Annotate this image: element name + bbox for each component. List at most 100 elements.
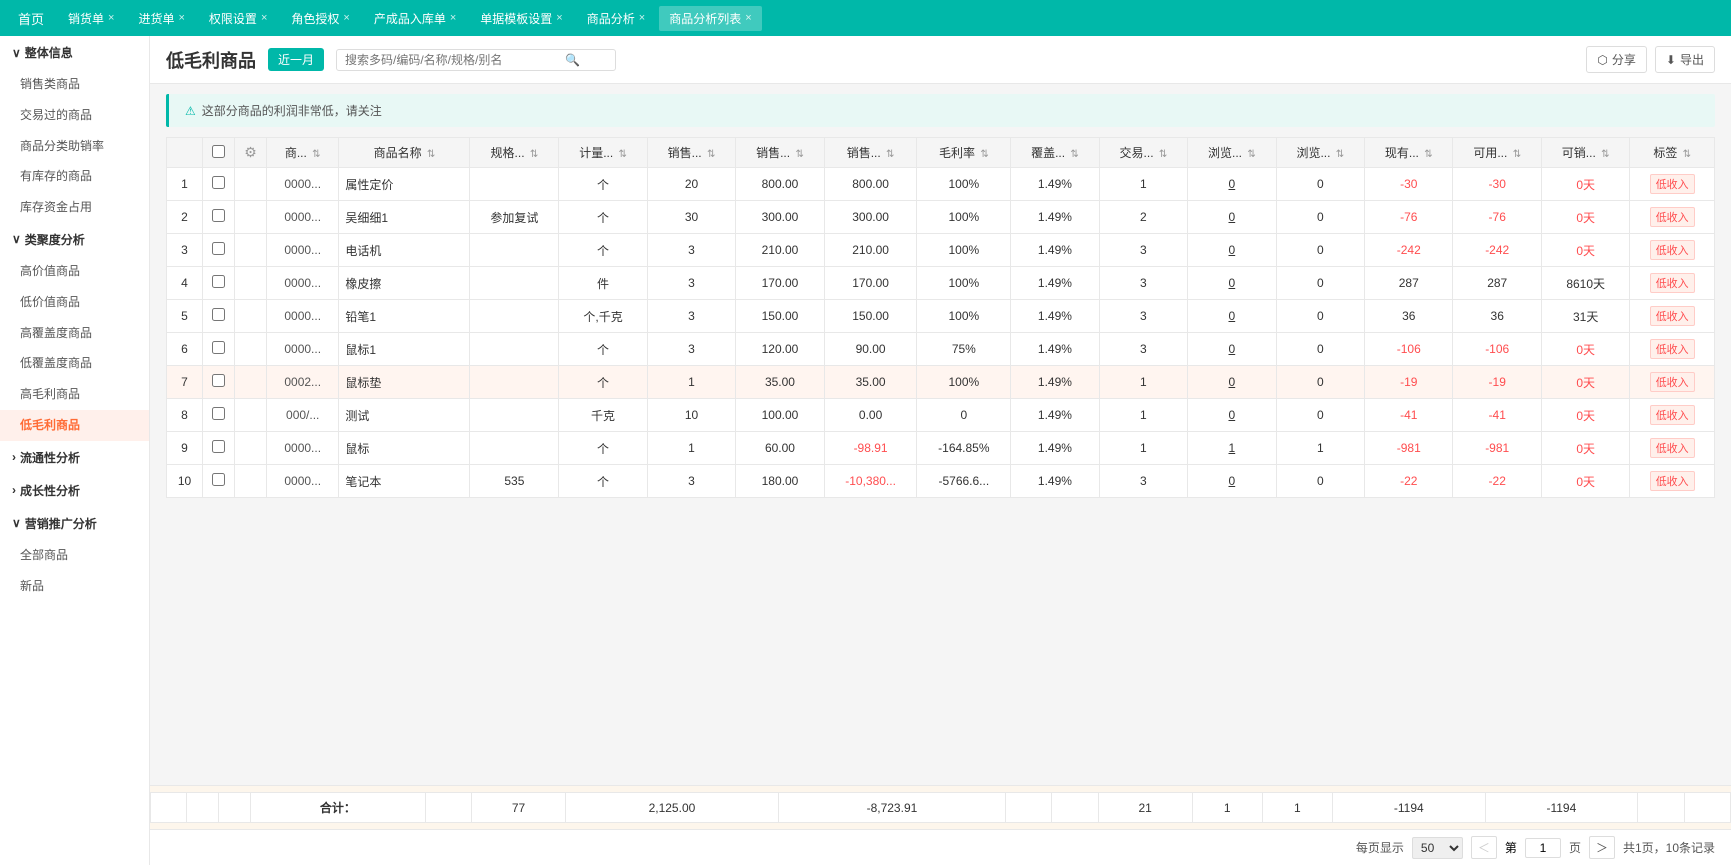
sidebar-group-cluster-title[interactable]: ∨ 类聚度分析 [0, 223, 149, 256]
nav-sales-order[interactable]: 销货单 × [58, 6, 124, 31]
views1-link[interactable]: 0 [1229, 342, 1236, 356]
sort-icon-spec[interactable]: ⇅ [530, 149, 538, 160]
select-all-checkbox[interactable] [212, 145, 225, 158]
col-views2[interactable]: 浏览... ⇅ [1276, 138, 1364, 168]
sidebar-group-growth-title[interactable]: › 成长性分析 [0, 474, 149, 507]
data-table-container[interactable]: ⚙ 商... ⇅ 商品名称 ⇅ 规格... ⇅ 计量... ⇅ 销售... ⇅ … [150, 137, 1731, 785]
sidebar-item-traded-goods[interactable]: 交易过的商品 [0, 100, 149, 131]
row-checkbox[interactable] [212, 242, 225, 255]
col-stock[interactable]: 现有... ⇅ [1365, 138, 1453, 168]
export-button[interactable]: ⬇ 导出 [1655, 46, 1715, 73]
sort-icon-available[interactable]: ⇅ [1513, 149, 1521, 160]
col-spec[interactable]: 规格... ⇅ [470, 138, 559, 168]
sort-icon-sales-qty[interactable]: ⇅ [707, 149, 715, 160]
sort-icon-transactions[interactable]: ⇅ [1159, 149, 1167, 160]
next-page-button[interactable]: ＞ [1589, 836, 1615, 859]
nav-close-products-in[interactable]: × [450, 12, 456, 24]
cell-checkbox[interactable] [203, 234, 235, 267]
views1-link[interactable]: 0 [1229, 375, 1236, 389]
col-code[interactable]: 商... ⇅ [267, 138, 339, 168]
sort-icon-sales-price[interactable]: ⇅ [795, 149, 803, 160]
sort-icon-tag[interactable]: ⇅ [1683, 149, 1691, 160]
nav-close-permissions[interactable]: × [261, 12, 267, 24]
views1-link[interactable]: 0 [1229, 309, 1236, 323]
views1-link[interactable]: 0 [1229, 210, 1236, 224]
search-input[interactable] [345, 53, 565, 67]
col-unit[interactable]: 计量... ⇅ [559, 138, 647, 168]
sort-icon-views2[interactable]: ⇅ [1336, 149, 1344, 160]
row-checkbox[interactable] [212, 440, 225, 453]
cell-views1[interactable]: 1 [1188, 432, 1276, 465]
cell-views1[interactable]: 0 [1188, 465, 1276, 498]
sidebar-item-low-coverage[interactable]: 低覆盖度商品 [0, 348, 149, 379]
sidebar-item-category-rate[interactable]: 商品分类助销率 [0, 131, 149, 162]
search-icon[interactable]: 🔍 [565, 53, 580, 67]
col-sellable[interactable]: 可销... ⇅ [1541, 138, 1629, 168]
nav-close-purchase-order[interactable]: × [178, 12, 184, 24]
sort-icon-code[interactable]: ⇅ [312, 149, 320, 160]
cell-views1[interactable]: 0 [1188, 366, 1276, 399]
page-number-input[interactable] [1525, 838, 1561, 858]
col-coverage[interactable]: 覆盖... ⇅ [1011, 138, 1099, 168]
sidebar-item-all-goods[interactable]: 全部商品 [0, 540, 149, 571]
sort-icon-name[interactable]: ⇅ [427, 149, 435, 160]
row-checkbox[interactable] [212, 275, 225, 288]
views1-link[interactable]: 0 [1229, 276, 1236, 290]
cell-views1[interactable]: 0 [1188, 168, 1276, 201]
cell-views1[interactable]: 0 [1188, 267, 1276, 300]
cell-views1[interactable]: 0 [1188, 201, 1276, 234]
nav-goods-analysis-list[interactable]: 商品分析列表 × [659, 6, 761, 31]
col-sales-qty[interactable]: 销售... ⇅ [647, 138, 735, 168]
cell-checkbox[interactable] [203, 333, 235, 366]
sidebar-item-high-margin[interactable]: 高毛利商品 [0, 379, 149, 410]
col-gross-rate[interactable]: 毛利率 ⇅ [917, 138, 1011, 168]
col-sales-amount[interactable]: 销售... ⇅ [824, 138, 917, 168]
col-tag[interactable]: 标签 ⇅ [1630, 138, 1715, 168]
sidebar-group-marketing-title[interactable]: ∨ 营销推广分析 [0, 507, 149, 540]
nav-close-goods-list[interactable]: × [745, 12, 751, 24]
cell-checkbox[interactable] [203, 465, 235, 498]
cell-checkbox[interactable] [203, 300, 235, 333]
nav-template-settings[interactable]: 单据模板设置 × [470, 6, 572, 31]
sort-icon-sellable[interactable]: ⇅ [1601, 149, 1609, 160]
views1-link[interactable]: 0 [1229, 177, 1236, 191]
nav-home[interactable]: 首页 [8, 5, 54, 32]
period-button[interactable]: 近一月 [268, 48, 324, 71]
col-transactions[interactable]: 交易... ⇅ [1099, 138, 1187, 168]
col-available[interactable]: 可用... ⇅ [1453, 138, 1541, 168]
sidebar-item-high-coverage[interactable]: 高覆盖度商品 [0, 318, 149, 349]
sort-icon-unit[interactable]: ⇅ [619, 149, 627, 160]
sort-icon-sales-amount[interactable]: ⇅ [886, 149, 894, 160]
sort-icon-stock[interactable]: ⇅ [1424, 149, 1432, 160]
cell-checkbox[interactable] [203, 432, 235, 465]
sort-icon-gross-rate[interactable]: ⇅ [980, 149, 988, 160]
cell-checkbox[interactable] [203, 201, 235, 234]
sidebar-item-in-stock[interactable]: 有库存的商品 [0, 161, 149, 192]
cell-checkbox[interactable] [203, 399, 235, 432]
row-checkbox[interactable] [212, 209, 225, 222]
nav-close-goods-analysis[interactable]: × [639, 12, 645, 24]
row-checkbox[interactable] [212, 473, 225, 486]
cell-checkbox[interactable] [203, 168, 235, 201]
nav-products-in[interactable]: 产成品入库单 × [364, 6, 466, 31]
nav-close-roles[interactable]: × [343, 12, 349, 24]
row-checkbox[interactable] [212, 341, 225, 354]
per-page-select[interactable]: 50 100 200 [1412, 837, 1463, 859]
sidebar-item-low-margin[interactable]: 低毛利商品 [0, 410, 149, 441]
cell-views1[interactable]: 0 [1188, 300, 1276, 333]
cell-checkbox[interactable] [203, 366, 235, 399]
col-sales-price[interactable]: 销售... ⇅ [736, 138, 824, 168]
sidebar-item-high-value[interactable]: 高价值商品 [0, 256, 149, 287]
sidebar-group-liquidity-title[interactable]: › 流通性分析 [0, 441, 149, 474]
nav-close-template[interactable]: × [556, 12, 562, 24]
sidebar-item-capital[interactable]: 库存资金占用 [0, 192, 149, 223]
nav-goods-analysis[interactable]: 商品分析 × [577, 6, 655, 31]
col-checkbox[interactable] [203, 138, 235, 168]
sidebar-item-sales-goods[interactable]: 销售类商品 [0, 69, 149, 100]
row-checkbox[interactable] [212, 407, 225, 420]
row-checkbox[interactable] [212, 374, 225, 387]
nav-roles[interactable]: 角色授权 × [281, 6, 359, 31]
views1-link[interactable]: 0 [1229, 408, 1236, 422]
sidebar-item-low-value[interactable]: 低价值商品 [0, 287, 149, 318]
sidebar-item-new-goods[interactable]: 新品 [0, 571, 149, 602]
